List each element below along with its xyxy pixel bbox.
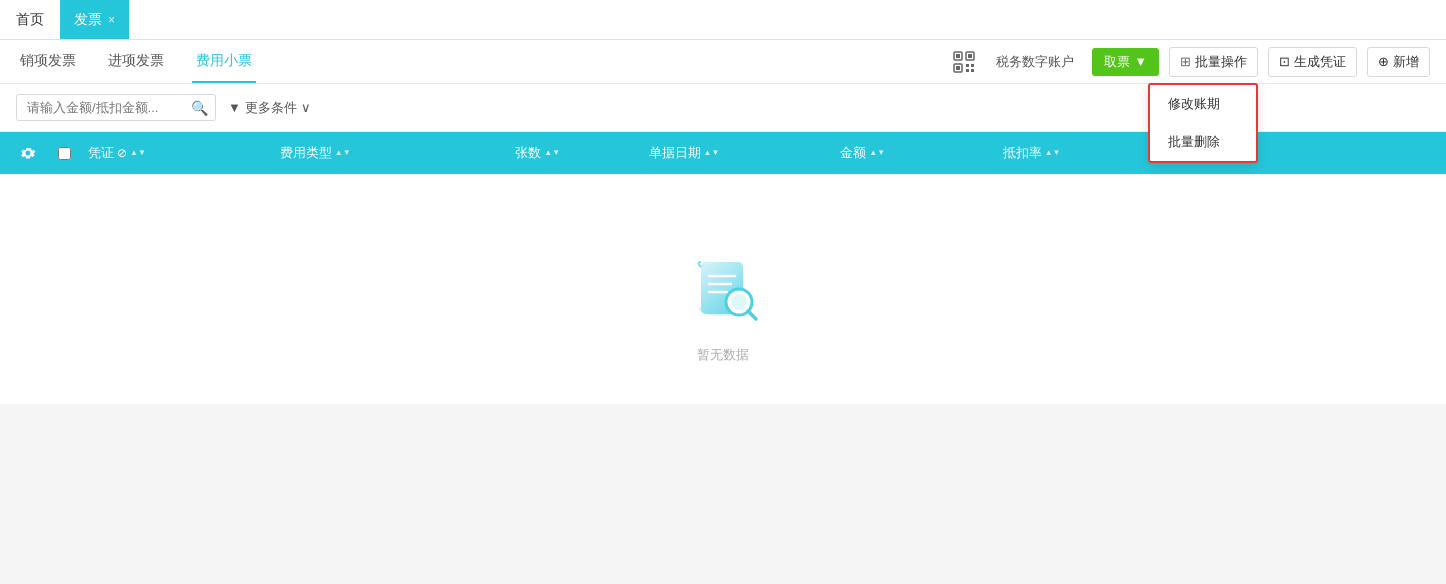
dropdown-item-change-period[interactable]: 修改账期	[1150, 85, 1256, 123]
svg-line-18	[748, 311, 756, 319]
more-filters-btn[interactable]: ▼ 更多条件 ∨	[228, 99, 311, 117]
gen-voucher-label: 生成凭证	[1294, 53, 1346, 71]
tab-purchase-invoice[interactable]: 进项发票	[104, 40, 168, 83]
th-date-label: 单据日期	[649, 144, 701, 162]
th-amount-sort-icon[interactable]: ▲▼	[869, 149, 885, 157]
svg-rect-1	[956, 54, 960, 58]
gen-voucher-button[interactable]: ⊡ 生成凭证	[1268, 47, 1357, 77]
th-count-sort-icon[interactable]: ▲▼	[544, 149, 560, 157]
batch-icon: ⊞	[1180, 54, 1191, 69]
th-amount-label: 金额	[840, 144, 866, 162]
gen-voucher-icon: ⊡	[1279, 54, 1290, 69]
th-voucher-label: 凭证	[88, 144, 114, 162]
th-deduction-rate[interactable]: 抵扣率 ▲▼	[995, 144, 1157, 162]
add-button[interactable]: ⊕ 新增	[1367, 47, 1430, 77]
toolbar-right: 税务数字账户 取票 ▼ ⊞ 批量操作 修改账期 批量删除 ⊡ 生成凭证 ⊕ 新增	[950, 47, 1430, 77]
search-icon[interactable]: 🔍	[191, 100, 208, 116]
th-count[interactable]: 张数 ▲▼	[507, 144, 640, 162]
tab-expense-receipt[interactable]: 费用小票	[192, 40, 256, 83]
th-expense-type[interactable]: 费用类型 ▲▼	[272, 144, 508, 162]
main-content: 凭证 ⊘ ▲▼ 费用类型 ▲▼ 张数 ▲▼ 单据日期 ▲▼ 金额 ▲▼ 抵扣率 …	[0, 132, 1446, 404]
add-label: 新增	[1393, 53, 1419, 71]
filter-icon: ▼	[228, 100, 241, 115]
add-icon: ⊕	[1378, 54, 1389, 69]
take-ticket-arrow-icon: ▼	[1134, 54, 1147, 69]
sub-tabs-left: 销项发票 进项发票 费用小票	[16, 40, 256, 83]
qr-icon[interactable]	[950, 48, 978, 76]
batch-op-dropdown: 修改账期 批量删除	[1148, 83, 1258, 163]
empty-state-text: 暂无数据	[697, 346, 749, 364]
dropdown-item-batch-delete[interactable]: 批量删除	[1150, 123, 1256, 161]
th-checkbox[interactable]	[48, 147, 80, 160]
th-deduction-rate-label: 抵扣率	[1003, 144, 1042, 162]
th-date-sort-icon[interactable]: ▲▼	[704, 149, 720, 157]
batch-op-wrap: ⊞ 批量操作 修改账期 批量删除	[1169, 47, 1258, 77]
search-wrap: 🔍	[16, 94, 216, 121]
svg-rect-6	[966, 64, 969, 67]
sub-tabs-bar: 销项发票 进项发票 费用小票 税务数字账户 取	[0, 40, 1446, 84]
svg-rect-9	[971, 69, 974, 72]
svg-rect-7	[971, 64, 974, 67]
nav-home[interactable]: 首页	[0, 0, 60, 39]
top-nav: 首页 发票 ×	[0, 0, 1446, 40]
nav-tab-close-icon[interactable]: ×	[108, 13, 115, 27]
svg-rect-8	[966, 69, 969, 72]
search-input[interactable]	[16, 94, 216, 121]
select-all-checkbox[interactable]	[58, 147, 71, 160]
empty-state: 暂无数据	[0, 174, 1446, 404]
th-voucher-sort-icon[interactable]: ▲▼	[130, 149, 146, 157]
tax-digital-account-btn[interactable]: 税务数字账户	[988, 49, 1082, 75]
take-ticket-button[interactable]: 取票 ▼	[1092, 48, 1159, 76]
nav-tab-label: 发票	[74, 11, 102, 29]
th-expense-type-sort-icon[interactable]: ▲▼	[335, 149, 351, 157]
take-ticket-label: 取票	[1104, 53, 1130, 71]
batch-op-label: 批量操作	[1195, 53, 1247, 71]
th-voucher[interactable]: 凭证 ⊘ ▲▼	[80, 144, 272, 162]
svg-rect-3	[968, 54, 972, 58]
svg-point-17	[731, 294, 747, 310]
svg-rect-5	[956, 66, 960, 70]
th-settings[interactable]	[8, 144, 48, 162]
th-deduction-rate-sort-icon[interactable]: ▲▼	[1045, 149, 1061, 157]
tab-sales-invoice[interactable]: 销项发票	[16, 40, 80, 83]
th-amount[interactable]: 金额 ▲▼	[832, 144, 994, 162]
empty-state-icon	[673, 234, 773, 334]
th-date[interactable]: 单据日期 ▲▼	[641, 144, 833, 162]
more-filters-label: 更多条件	[245, 99, 297, 117]
th-expense-type-label: 费用类型	[280, 144, 332, 162]
nav-tab-invoice[interactable]: 发票 ×	[60, 0, 129, 39]
batch-op-button[interactable]: ⊞ 批量操作	[1169, 47, 1258, 77]
more-filters-arrow: ∨	[301, 100, 311, 115]
th-count-label: 张数	[515, 144, 541, 162]
th-voucher-filter-icon: ⊘	[117, 146, 127, 160]
